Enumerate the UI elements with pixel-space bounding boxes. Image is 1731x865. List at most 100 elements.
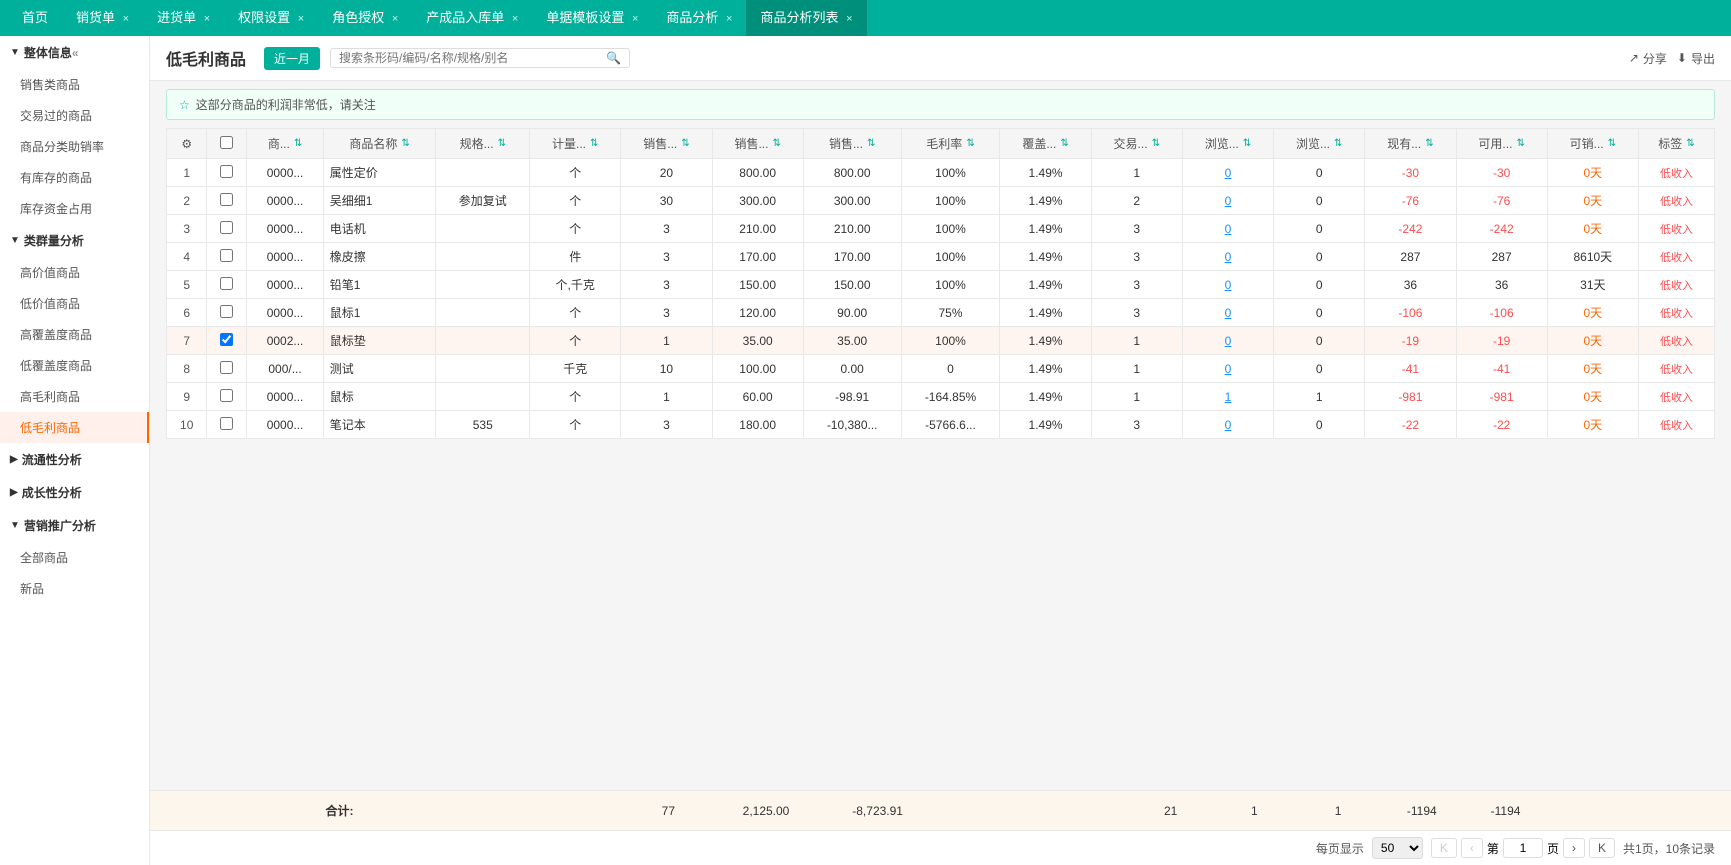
- nav-template[interactable]: 单据模板设置 ×: [532, 0, 652, 36]
- nav-product-analysis-list[interactable]: 商品分析列表 ×: [746, 0, 866, 36]
- page-number-input[interactable]: [1503, 838, 1543, 858]
- sidebar-group-flow-title[interactable]: ▶ 流通性分析: [0, 443, 149, 476]
- export-btn[interactable]: ⬇ 导出: [1677, 50, 1715, 67]
- search-input[interactable]: [339, 51, 606, 65]
- row-check-5[interactable]: [220, 305, 233, 318]
- row-view1-7[interactable]: 0: [1182, 355, 1273, 383]
- date-filter-btn[interactable]: 近一月: [264, 47, 320, 70]
- sidebar-group-overview-title[interactable]: ▼ 整体信息 «: [0, 36, 149, 69]
- nav-permission[interactable]: 权限设置 ×: [224, 0, 318, 36]
- th-gross-rate[interactable]: 毛利率⇅: [901, 129, 1000, 159]
- th-view1[interactable]: 浏览...⇅: [1182, 129, 1273, 159]
- sidebar-group-growth-title[interactable]: ▶ 成长性分析: [0, 476, 149, 509]
- prev-btn[interactable]: ‹: [1461, 838, 1483, 858]
- row-checkbox-8[interactable]: [207, 383, 247, 411]
- sidebar-item-stock-capital[interactable]: 库存资金占用: [0, 193, 149, 224]
- row-checkbox-7[interactable]: [207, 355, 247, 383]
- row-checkbox-2[interactable]: [207, 215, 247, 243]
- row-view1-6[interactable]: 0: [1182, 327, 1273, 355]
- sidebar-item-low-value[interactable]: 低价值商品: [0, 288, 149, 319]
- th-tag[interactable]: 标签⇅: [1638, 129, 1714, 159]
- sidebar-item-low-profit[interactable]: 低毛利商品: [0, 412, 149, 443]
- sidebar-group-marketing-title[interactable]: ▼ 营销推广分析: [0, 509, 149, 542]
- per-page-select[interactable]: 50 100 200: [1372, 837, 1423, 859]
- th-view2[interactable]: 浏览...⇅: [1274, 129, 1365, 159]
- th-unit[interactable]: 计量...⇅: [530, 129, 621, 159]
- row-saleable-8: 0天: [1547, 383, 1638, 411]
- row-view1-5[interactable]: 0: [1182, 299, 1273, 327]
- row-view1-0[interactable]: 0: [1182, 159, 1273, 187]
- th-sales-profit[interactable]: 销售...⇅: [803, 129, 901, 159]
- search-icon[interactable]: 🔍: [606, 51, 621, 65]
- th-saleable[interactable]: 可销...⇅: [1547, 129, 1638, 159]
- nav-purchase[interactable]: 进货单 ×: [143, 0, 224, 36]
- nav-product-analysis[interactable]: 商品分析 ×: [652, 0, 746, 36]
- sidebar-item-high-coverage[interactable]: 高覆盖度商品: [0, 319, 149, 350]
- sidebar-collapse-btn[interactable]: «: [72, 46, 79, 60]
- row-check-4[interactable]: [220, 277, 233, 290]
- sidebar-item-category-rate[interactable]: 商品分类助销率: [0, 131, 149, 162]
- nav-product-in-close[interactable]: ×: [512, 13, 518, 25]
- nav-purchase-close[interactable]: ×: [204, 13, 210, 25]
- th-sales-qty[interactable]: 销售...⇅: [621, 129, 712, 159]
- sidebar-item-all-goods[interactable]: 全部商品: [0, 542, 149, 573]
- nav-product-analysis-close[interactable]: ×: [726, 13, 732, 25]
- th-trade[interactable]: 交易...⇅: [1091, 129, 1182, 159]
- nav-product-in[interactable]: 产成品入库单 ×: [412, 0, 532, 36]
- sidebar-group-cluster-label: 类群量分析: [24, 232, 84, 249]
- row-check-3[interactable]: [220, 249, 233, 262]
- sidebar-group-growth: ▶ 成长性分析: [0, 476, 149, 509]
- sidebar-item-high-value[interactable]: 高价值商品: [0, 257, 149, 288]
- row-check-2[interactable]: [220, 221, 233, 234]
- nav-permission-close[interactable]: ×: [298, 13, 304, 25]
- share-btn[interactable]: ↗ 分享: [1629, 50, 1667, 67]
- row-checkbox-4[interactable]: [207, 271, 247, 299]
- row-check-0[interactable]: [220, 165, 233, 178]
- row-view1-2[interactable]: 0: [1182, 215, 1273, 243]
- th-spec[interactable]: 规格...⇅: [436, 129, 530, 159]
- row-checkbox-1[interactable]: [207, 187, 247, 215]
- row-checkbox-9[interactable]: [207, 411, 247, 439]
- th-sales-price[interactable]: 销售...⇅: [712, 129, 803, 159]
- sidebar-group-cluster-title[interactable]: ▼ 类群量分析: [0, 224, 149, 257]
- row-view1-8[interactable]: 1: [1182, 383, 1273, 411]
- row-view1-4[interactable]: 0: [1182, 271, 1273, 299]
- row-checkbox-3[interactable]: [207, 243, 247, 271]
- nav-sales[interactable]: 销货单 ×: [62, 0, 143, 36]
- nav-home[interactable]: 首页: [8, 0, 62, 36]
- next-page-btn[interactable]: K: [1589, 838, 1615, 858]
- sidebar-item-low-coverage[interactable]: 低覆盖度商品: [0, 350, 149, 381]
- prev-page-btn[interactable]: K: [1431, 838, 1457, 858]
- nav-role[interactable]: 角色授权 ×: [318, 0, 412, 36]
- sidebar-item-sales-goods[interactable]: 销售类商品: [0, 69, 149, 100]
- row-check-7[interactable]: [220, 361, 233, 374]
- th-settings[interactable]: ⚙: [167, 129, 207, 159]
- row-checkbox-5[interactable]: [207, 299, 247, 327]
- nav-product-list-close[interactable]: ×: [846, 13, 852, 25]
- row-checkbox-6[interactable]: [207, 327, 247, 355]
- row-check-9[interactable]: [220, 417, 233, 430]
- sidebar-item-new-goods[interactable]: 新品: [0, 573, 149, 604]
- row-checkbox-0[interactable]: [207, 159, 247, 187]
- select-all-checkbox[interactable]: [220, 136, 233, 149]
- nav-role-close[interactable]: ×: [392, 13, 398, 25]
- gear-icon: ⚙: [173, 137, 200, 151]
- th-code[interactable]: 商...⇅: [247, 129, 323, 159]
- nav-template-close[interactable]: ×: [632, 13, 638, 25]
- sidebar-item-in-stock[interactable]: 有库存的商品: [0, 162, 149, 193]
- th-available[interactable]: 可用...⇅: [1456, 129, 1547, 159]
- row-check-1[interactable]: [220, 193, 233, 206]
- nav-sales-close[interactable]: ×: [123, 13, 129, 25]
- sidebar-item-high-profit[interactable]: 高毛利商品: [0, 381, 149, 412]
- th-checkbox[interactable]: [207, 129, 247, 159]
- th-coverage[interactable]: 覆盖...⇅: [1000, 129, 1091, 159]
- th-current[interactable]: 现有...⇅: [1365, 129, 1456, 159]
- next-btn[interactable]: ›: [1563, 838, 1585, 858]
- row-check-6[interactable]: [220, 333, 233, 346]
- row-view1-9[interactable]: 0: [1182, 411, 1273, 439]
- sidebar-item-traded-goods[interactable]: 交易过的商品: [0, 100, 149, 131]
- th-name[interactable]: 商品名称⇅: [323, 129, 436, 159]
- row-view1-3[interactable]: 0: [1182, 243, 1273, 271]
- row-view1-1[interactable]: 0: [1182, 187, 1273, 215]
- row-check-8[interactable]: [220, 389, 233, 402]
